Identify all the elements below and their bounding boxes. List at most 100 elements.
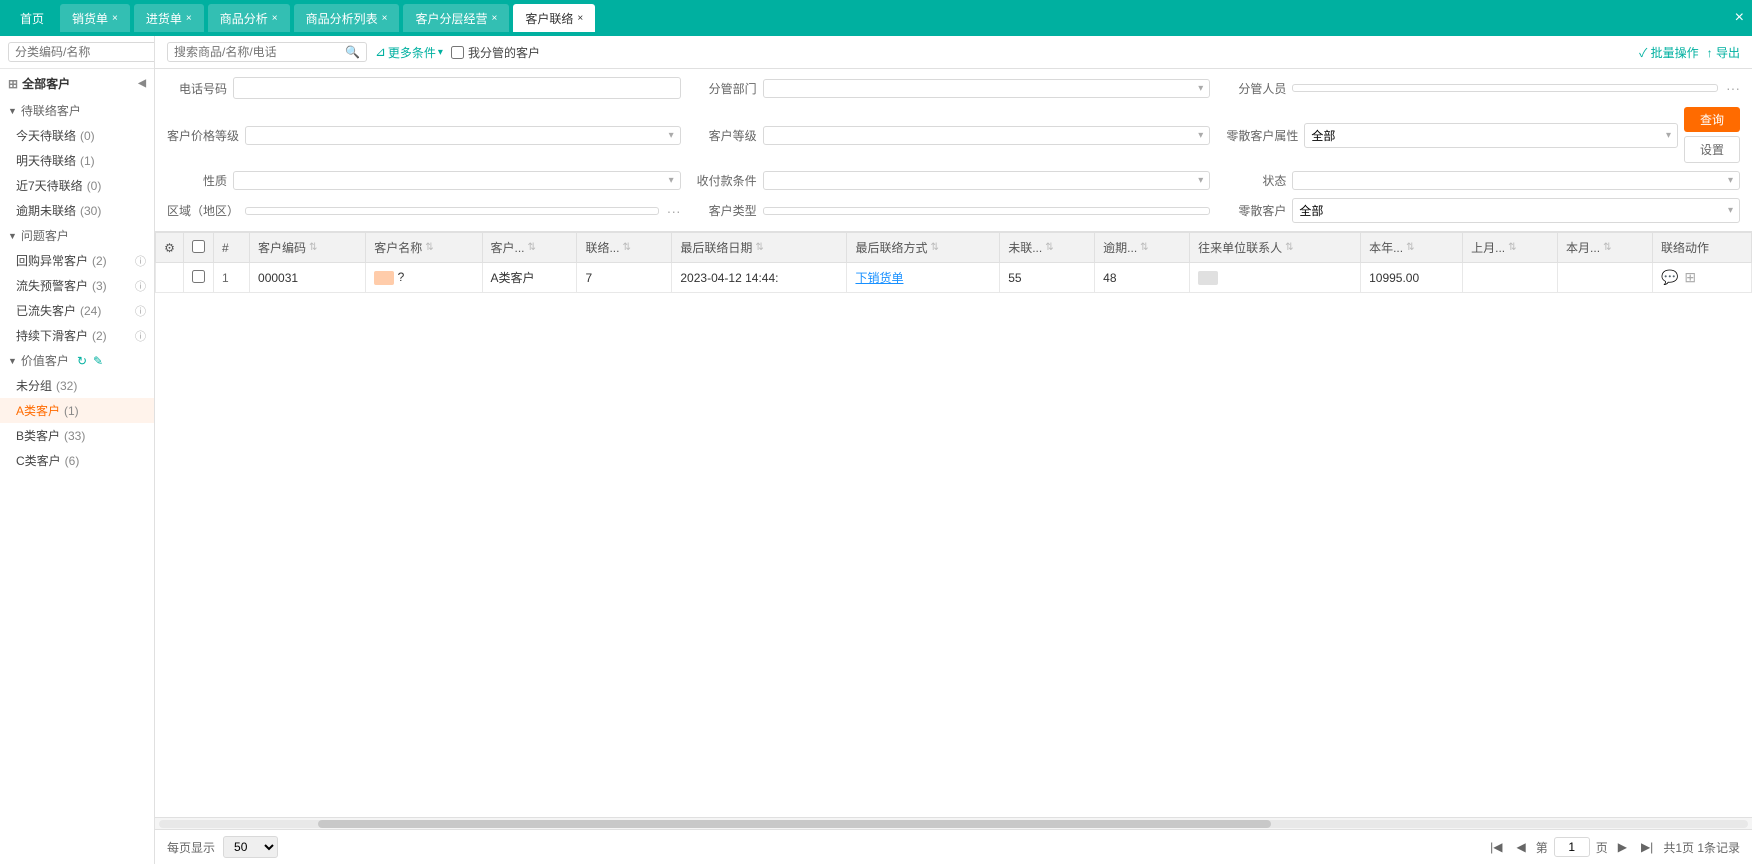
th-last-month[interactable]: 上月... ⇅ — [1463, 233, 1558, 263]
setting-button[interactable]: 设置 — [1684, 136, 1740, 163]
dept-select[interactable]: ▾ — [763, 79, 1211, 98]
th-contact-count[interactable]: 联络... ⇅ — [577, 233, 672, 263]
batch-ops-button[interactable]: ✓ 批量操作 — [1639, 44, 1699, 61]
window-close-button[interactable]: × — [1735, 9, 1744, 27]
tab-customer-segmentation[interactable]: 客户分层经营 × — [403, 4, 509, 32]
th-last-contact-date[interactable]: 最后联络日期 ⇅ — [672, 233, 847, 263]
query-button[interactable]: 查询 — [1684, 107, 1740, 132]
person-more-icon[interactable]: ··· — [1726, 80, 1740, 96]
my-customers-checkbox[interactable] — [451, 46, 464, 59]
cust-type-select[interactable] — [763, 207, 1211, 215]
retail-attr-select[interactable]: 全部 ▾ — [1304, 123, 1678, 148]
prev-page-button[interactable]: ◀ — [1512, 838, 1529, 856]
sort-cust-type-icon[interactable]: ⇅ — [528, 242, 536, 253]
sidebar-search-input[interactable] — [8, 42, 155, 62]
sidebar-item-7day-pending[interactable]: 近7天待联络 (0) — [0, 173, 154, 198]
row-last-contact-method[interactable]: 下销货单 — [847, 263, 1000, 293]
tab-home[interactable]: 首页 — [8, 4, 56, 32]
tab-sales[interactable]: 销货单 × — [60, 4, 130, 32]
qr-icon[interactable]: ⊞ — [1684, 269, 1696, 286]
close-customer-contact-tab[interactable]: × — [577, 13, 583, 24]
sort-this-month-icon[interactable]: ⇅ — [1603, 242, 1611, 253]
gear-icon[interactable]: ⚙ — [164, 241, 175, 255]
next-page-button[interactable]: ▶ — [1614, 838, 1631, 856]
sidebar-item-class-a[interactable]: A类客户 (1) — [0, 398, 154, 423]
th-gear[interactable]: ⚙ — [156, 233, 184, 263]
th-overdue[interactable]: 逾期... ⇅ — [1095, 233, 1190, 263]
main-search-input[interactable] — [174, 45, 341, 59]
th-this-year[interactable]: 本年... ⇅ — [1361, 233, 1463, 263]
nature-select[interactable]: ▾ — [233, 171, 681, 190]
sort-last-month-icon[interactable]: ⇅ — [1508, 242, 1516, 253]
close-sales-tab[interactable]: × — [112, 13, 118, 24]
sort-code-icon[interactable]: ⇅ — [309, 242, 317, 253]
expand-problem-icon[interactable]: ▼ — [8, 231, 17, 241]
sort-last-contact-method-icon[interactable]: ⇅ — [930, 242, 938, 253]
last-page-button[interactable]: ▶| — [1637, 838, 1657, 856]
export-button[interactable]: ↑ 导出 — [1707, 44, 1740, 61]
row-checkbox[interactable] — [192, 270, 205, 283]
sidebar-item-class-c[interactable]: C类客户 (6) — [0, 448, 154, 473]
tab-product-analysis[interactable]: 商品分析 × — [208, 4, 290, 32]
phone-input[interactable] — [233, 77, 681, 99]
per-page-select[interactable]: 50 100 200 — [223, 836, 278, 858]
sort-name-icon[interactable]: ⇅ — [425, 242, 433, 253]
area-more-icon[interactable]: ··· — [667, 203, 681, 219]
sort-this-year-icon[interactable]: ⇅ — [1406, 242, 1414, 253]
sort-uncontacted-icon[interactable]: ⇅ — [1045, 242, 1053, 253]
close-product-analysis-list-tab[interactable]: × — [382, 13, 388, 24]
tab-purchase[interactable]: 进货单 × — [134, 4, 204, 32]
info-icon-abnormal: ⓘ — [135, 253, 146, 269]
status-select[interactable]: ▾ — [1292, 171, 1740, 190]
page-number-input[interactable] — [1554, 837, 1590, 857]
select-all-checkbox[interactable] — [192, 240, 205, 253]
th-uncontacted[interactable]: 未联... ⇅ — [1000, 233, 1095, 263]
sidebar-item-today-pending[interactable]: 今天待联络 (0) — [0, 123, 154, 148]
sidebar-item-unclassified[interactable]: 未分组 (32) — [0, 373, 154, 398]
sort-overdue-icon[interactable]: ⇅ — [1140, 242, 1148, 253]
row-check[interactable] — [184, 263, 214, 293]
sidebar-item-churn-warning[interactable]: 流失预警客户 (3) ⓘ — [0, 273, 154, 298]
horizontal-scrollbar[interactable] — [155, 817, 1752, 829]
scroll-track[interactable] — [159, 820, 1748, 828]
sidebar-item-churned[interactable]: 已流失客户 (24) ⓘ — [0, 298, 154, 323]
last-contact-method-link[interactable]: 下销货单 — [855, 271, 903, 285]
price-level-select[interactable]: ▾ — [245, 126, 681, 145]
th-cust-type[interactable]: 客户... ⇅ — [482, 233, 577, 263]
message-icon[interactable]: 💬 — [1661, 269, 1678, 286]
sidebar-item-class-b[interactable]: B类客户 (33) — [0, 423, 154, 448]
edit-value-icon[interactable]: ✎ — [93, 354, 103, 368]
tab-product-analysis-list[interactable]: 商品分析列表 × — [294, 4, 400, 32]
sort-last-contact-date-icon[interactable]: ⇅ — [755, 242, 763, 253]
collapse-sidebar-icon[interactable]: ◀ — [138, 78, 146, 89]
first-page-button[interactable]: |◀ — [1486, 838, 1506, 856]
sort-company-contact-icon[interactable]: ⇅ — [1285, 242, 1293, 253]
sidebar-item-overdue[interactable]: 逾期未联络 (30) — [0, 198, 154, 223]
tab-customer-contact[interactable]: 客户联络 × — [513, 4, 595, 32]
refresh-value-icon[interactable]: ↻ — [77, 354, 87, 368]
close-product-analysis-tab[interactable]: × — [272, 13, 278, 24]
cust-level-select[interactable]: ▾ — [763, 126, 1211, 145]
retail-select[interactable]: 全部 ▾ — [1292, 198, 1740, 223]
sidebar-item-declining[interactable]: 持续下滑客户 (2) ⓘ — [0, 323, 154, 348]
close-customer-segmentation-tab[interactable]: × — [491, 13, 497, 24]
sidebar-item-tomorrow-pending[interactable]: 明天待联络 (1) — [0, 148, 154, 173]
main-search-icon[interactable]: 🔍 — [345, 45, 360, 59]
th-check[interactable] — [184, 233, 214, 263]
th-name[interactable]: 客户名称 ⇅ — [366, 233, 482, 263]
scroll-thumb[interactable] — [318, 820, 1271, 828]
person-select[interactable] — [1292, 84, 1718, 92]
sort-contact-count-icon[interactable]: ⇅ — [622, 242, 630, 253]
th-company-contact[interactable]: 往来单位联系人 ⇅ — [1190, 233, 1361, 263]
all-customers-header[interactable]: ⊞ 全部客户 ◀ — [0, 69, 154, 98]
th-code[interactable]: 客户编码 ⇅ — [250, 233, 366, 263]
th-this-month[interactable]: 本月... ⇅ — [1558, 233, 1653, 263]
th-last-contact-method[interactable]: 最后联络方式 ⇅ — [847, 233, 1000, 263]
payment-select[interactable]: ▾ — [763, 171, 1211, 190]
sidebar-item-abnormal[interactable]: 回购异常客户 (2) ⓘ — [0, 248, 154, 273]
area-select[interactable] — [245, 207, 659, 215]
close-purchase-tab[interactable]: × — [186, 13, 192, 24]
expand-pending-icon[interactable]: ▼ — [8, 106, 17, 116]
more-filters-button[interactable]: ⊿ 更多条件 ▾ — [375, 44, 443, 61]
expand-value-icon[interactable]: ▼ — [8, 356, 17, 366]
